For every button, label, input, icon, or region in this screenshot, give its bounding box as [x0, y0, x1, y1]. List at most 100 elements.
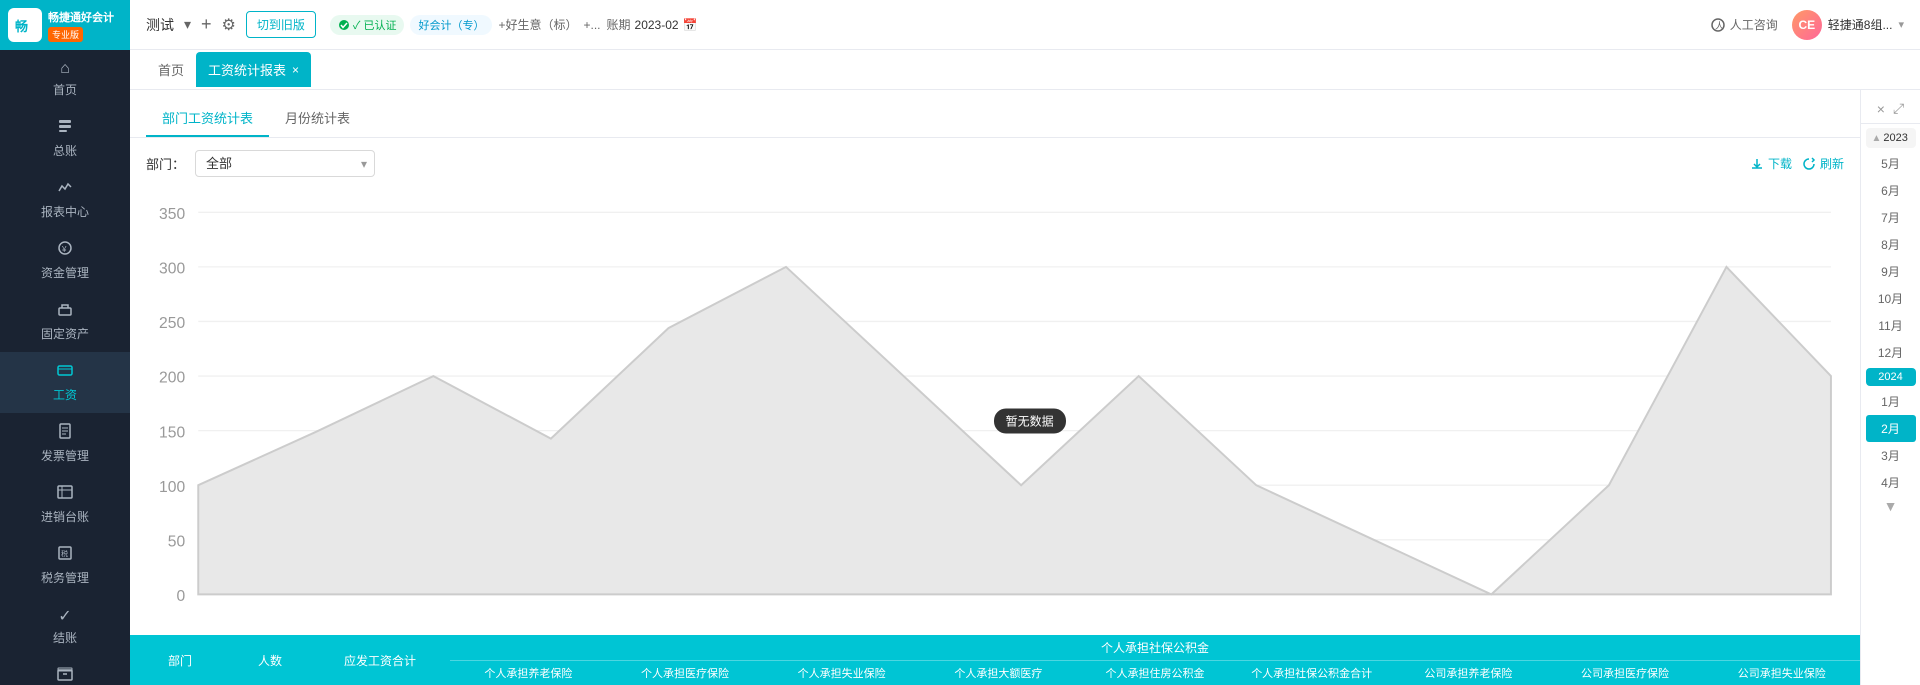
- sidebar-item-archive[interactable]: 归档管理: [0, 656, 130, 685]
- year-2023-item[interactable]: ▲ 2023: [1866, 128, 1916, 148]
- month-3-2024[interactable]: 3月: [1866, 442, 1916, 469]
- funds-icon: ¥: [57, 240, 73, 261]
- header-settings-btn[interactable]: ⚙: [222, 15, 236, 35]
- salary-icon: [57, 362, 73, 383]
- switch-old-btn[interactable]: 切到旧版: [246, 11, 316, 38]
- year-2024-item[interactable]: 2024: [1866, 368, 1916, 386]
- svg-text:150: 150: [159, 424, 185, 441]
- col-count: 人数: [230, 648, 310, 673]
- col-group-header: 个人承担社保公积金: [450, 635, 1860, 661]
- add-project-btn[interactable]: +: [201, 14, 212, 35]
- panel-scroll-down-btn[interactable]: ▼: [1882, 496, 1900, 516]
- col-personal-total: 个人承担社保公积金合计: [1233, 661, 1390, 685]
- month-8[interactable]: 8月: [1866, 231, 1916, 258]
- month-12[interactable]: 12月: [1866, 339, 1916, 366]
- sub-tabs: 部门工资统计表 月份统计表: [130, 90, 1860, 138]
- tax-icon: 税: [57, 545, 73, 566]
- sidebar-item-invoice[interactable]: 发票管理: [0, 413, 130, 474]
- good-acct-tag: 好会计（专）: [410, 15, 492, 35]
- month-10[interactable]: 10月: [1866, 285, 1916, 312]
- sidebar-item-assets[interactable]: 固定资产: [0, 291, 130, 352]
- col-company-pension: 公司承担养老保险: [1390, 661, 1547, 685]
- col-personal-unemployment: 个人承担失业保险: [763, 661, 920, 685]
- month-9[interactable]: 9月: [1866, 258, 1916, 285]
- header-right: 人 人工咨询 CE 轻捷通8组... ▾: [1710, 10, 1904, 40]
- certified-tag: ✓ 已认证: [330, 15, 405, 35]
- month-7[interactable]: 7月: [1866, 204, 1916, 231]
- tab-close-btn[interactable]: ×: [292, 63, 299, 77]
- month-5[interactable]: 5月: [1866, 150, 1916, 177]
- sidebar-item-ledger[interactable]: 总账: [0, 108, 130, 169]
- calendar-icon[interactable]: 📅: [683, 18, 698, 32]
- panel-close-btn[interactable]: ×: [1877, 100, 1885, 117]
- month-1-2024[interactable]: 1月: [1866, 388, 1916, 415]
- col-personal-medical: 个人承担医疗保险: [607, 661, 764, 685]
- svg-text:100: 100: [159, 479, 185, 496]
- month-2-2024[interactable]: 2月: [1866, 415, 1916, 442]
- sidebar-item-salary[interactable]: 工资: [0, 352, 130, 413]
- download-btn[interactable]: 下载: [1750, 155, 1792, 172]
- svg-text:50: 50: [168, 533, 186, 550]
- tab-home[interactable]: 首页: [146, 52, 196, 87]
- refresh-btn[interactable]: 刷新: [1802, 155, 1844, 172]
- sidebar-item-tax[interactable]: 税 税务管理: [0, 535, 130, 596]
- svg-text:税: 税: [61, 549, 68, 558]
- toolbar-left: 部门： 全部 财务部 人事部 销售部 技术部 ▾: [146, 150, 375, 177]
- more-tag: +...: [584, 18, 601, 32]
- page-content: 部门工资统计表 月份统计表 部门： 全部 财务部 人事部 销售部: [130, 90, 1920, 685]
- sub-tab-dept[interactable]: 部门工资统计表: [146, 100, 269, 137]
- user-menu[interactable]: CE 轻捷通8组... ▾: [1792, 10, 1904, 40]
- svg-text:0: 0: [176, 588, 185, 605]
- col-group-personal: 个人承担社保公积金 个人承担养老保险 个人承担医疗保险 个人承担失业保险 个人承…: [450, 635, 1860, 685]
- tab-salary-report[interactable]: 工资统计报表 ×: [196, 52, 311, 87]
- panel-expand-btn[interactable]: ⤢: [1893, 100, 1904, 117]
- svg-text:人: 人: [1715, 21, 1724, 31]
- col-dept: 部门: [130, 648, 230, 673]
- sidebar-item-home[interactable]: ⌂ 首页: [0, 50, 130, 108]
- invoice-icon: [57, 423, 73, 444]
- svg-text:200: 200: [159, 370, 185, 387]
- user-name: 轻捷通8组...: [1828, 16, 1893, 33]
- consult-btn[interactable]: 人 人工咨询: [1710, 16, 1778, 33]
- table-header: 部门 人数 应发工资合计 个人承担社保公积金 个人承担养老保险 个人承担医疗保险…: [130, 635, 1860, 685]
- dept-select[interactable]: 全部 财务部 人事部 销售部 技术部: [195, 150, 375, 177]
- chart-area: 350 300 250 200 150 100 50 0: [130, 189, 1860, 635]
- col-group-cells: 个人承担养老保险 个人承担医疗保险 个人承担失业保险 个人承担大额医疗 个人承担…: [450, 661, 1860, 685]
- year-up-arrow: ▲: [1872, 133, 1882, 144]
- col-personal-housing-fund: 个人承担住房公积金: [1077, 661, 1234, 685]
- svg-text:250: 250: [159, 315, 185, 332]
- col-company-unemployment: 公司承担失业保险: [1703, 661, 1860, 685]
- col-personal-pension: 个人承担养老保险: [450, 661, 607, 685]
- good-biz-tag: +好生意（标）: [498, 16, 577, 33]
- svg-text:畅: 畅: [15, 19, 28, 34]
- ledger-icon: [57, 118, 73, 139]
- user-avatar: CE: [1792, 10, 1822, 40]
- dept-select-wrapper: 全部 财务部 人事部 销售部 技术部 ▾: [195, 150, 375, 177]
- col-total-salary: 应发工资合计: [310, 648, 450, 673]
- sidebar-item-funds[interactable]: ¥ 资金管理: [0, 230, 130, 291]
- main-area: 测试 ▾ + ⚙ 切到旧版 ✓ 已认证 好会计（专） +好生意（标） +... …: [130, 0, 1920, 685]
- month-6[interactable]: 6月: [1866, 177, 1916, 204]
- svg-text:300: 300: [159, 260, 185, 277]
- archive-icon: [57, 666, 73, 685]
- home-icon: ⌂: [60, 60, 70, 78]
- assets-icon: [57, 301, 73, 322]
- sidebar-nav: ⌂ 首页 总账 报表中心 ¥ 资金管理 固定资产: [0, 50, 130, 685]
- purchases-icon: [57, 484, 73, 505]
- right-panel-controls: × ⤢: [1861, 94, 1920, 124]
- month-11[interactable]: 11月: [1866, 312, 1916, 339]
- user-dropdown-icon: ▾: [1898, 18, 1904, 31]
- sidebar-item-settlement[interactable]: ✓ 结账: [0, 596, 130, 656]
- sub-tab-month[interactable]: 月份统计表: [269, 100, 366, 137]
- project-name: 测试: [146, 15, 174, 35]
- svg-text:350: 350: [159, 206, 185, 223]
- page-main: 部门工资统计表 月份统计表 部门： 全部 财务部 人事部 销售部: [130, 90, 1860, 685]
- period-tag: 账期 2023-02 📅: [607, 16, 698, 33]
- logo-icon: 畅: [8, 8, 42, 42]
- logo-text: 畅捷通好会计 专业版: [48, 9, 114, 42]
- sidebar-item-reports[interactable]: 报表中心: [0, 169, 130, 230]
- project-dropdown-btn[interactable]: ▾: [184, 16, 191, 33]
- month-4-2024[interactable]: 4月: [1866, 469, 1916, 496]
- sidebar-item-purchases[interactable]: 进销台账: [0, 474, 130, 535]
- header-tags: ✓ 已认证 好会计（专） +好生意（标） +... 账期 2023-02 📅: [330, 15, 1700, 35]
